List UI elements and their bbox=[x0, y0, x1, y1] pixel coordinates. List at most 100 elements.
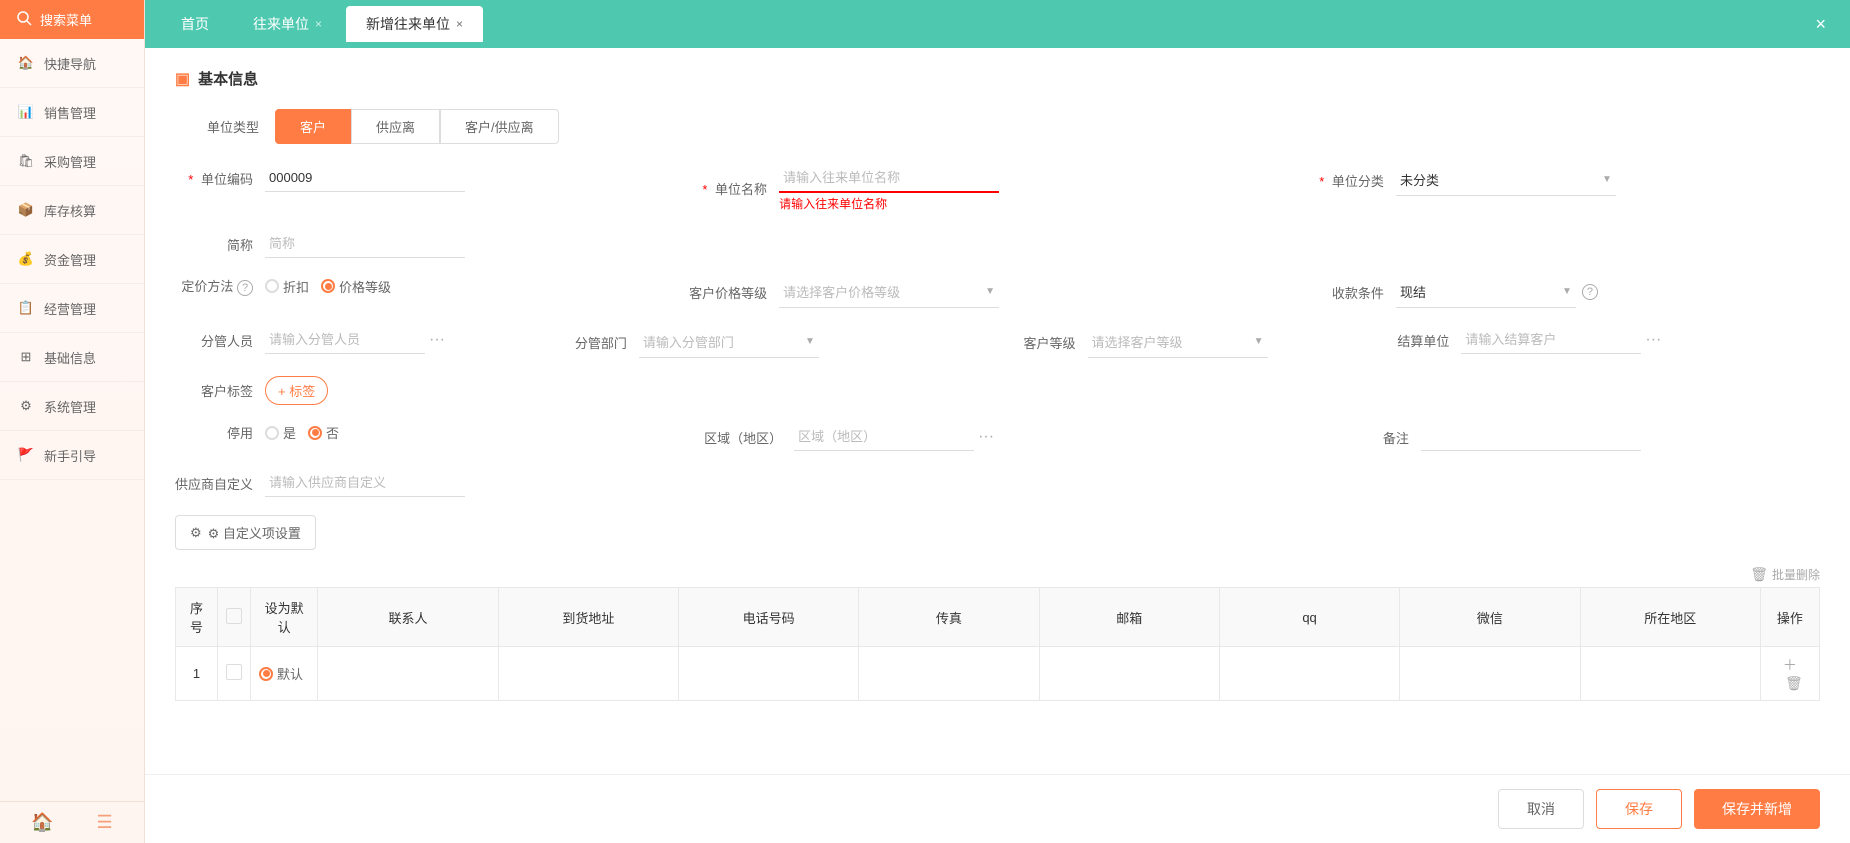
field-department: 分管部门 请输入分管部门 ▼ bbox=[549, 326, 998, 358]
tab-home[interactable]: 首页 bbox=[161, 6, 229, 42]
search-menu-label: 搜索菜单 bbox=[40, 10, 92, 29]
short-name-input[interactable] bbox=[265, 230, 465, 258]
row-contact-input[interactable] bbox=[326, 666, 489, 681]
bars-icon[interactable]: ☰ bbox=[97, 812, 113, 833]
row-actions: ＋ 🗑 bbox=[1760, 647, 1819, 701]
remark-input[interactable] bbox=[1421, 423, 1641, 451]
settlement-unit-dots-btn[interactable]: ··· bbox=[1641, 331, 1665, 349]
table-row: 1 默认 bbox=[176, 647, 1820, 701]
sidebar-item-system[interactable]: ⚙ 系统管理 bbox=[0, 382, 144, 431]
search-icon bbox=[16, 10, 32, 29]
row-email-input[interactable] bbox=[1048, 666, 1211, 681]
customer-level-select[interactable]: 请选择客户等级 ▼ bbox=[1088, 326, 1268, 358]
batch-delete-area: 🗑 批量删除 bbox=[175, 566, 1820, 583]
row-default-radio[interactable]: 默认 bbox=[259, 664, 309, 683]
box-icon: 📦 bbox=[16, 200, 36, 220]
type-btn-both[interactable]: 客户/供应离 bbox=[440, 109, 559, 144]
row-delete-icon[interactable]: 🗑 bbox=[1785, 675, 1803, 691]
form-row-shortname: 简称 bbox=[175, 230, 1820, 258]
field-settlement-unit: 结算单位 ··· bbox=[1371, 326, 1820, 354]
unit-category-select[interactable]: 未分类 ▼ bbox=[1396, 164, 1616, 196]
save-button[interactable]: 保存 bbox=[1596, 789, 1682, 829]
sidebar-item-sales[interactable]: 📊 销售管理 bbox=[0, 88, 144, 137]
row-area-input[interactable] bbox=[1589, 666, 1752, 681]
contacts-table: 序号 设为默认 联系人 到货地址 电话号码 传真 邮箱 qq 微信 所在地区 操… bbox=[175, 587, 1820, 701]
form-row-supplier-custom: 供应商自定义 bbox=[175, 469, 1820, 497]
row-fax-input[interactable] bbox=[867, 666, 1030, 681]
cancel-button[interactable]: 取消 bbox=[1498, 789, 1584, 829]
gear-icon: ⚙ bbox=[16, 396, 36, 416]
search-menu[interactable]: 搜索菜单 bbox=[0, 0, 144, 39]
batch-delete-label[interactable]: 批量删除 bbox=[1772, 566, 1820, 583]
manager-input[interactable] bbox=[265, 326, 425, 354]
chart-icon: 📊 bbox=[16, 102, 36, 122]
row-qq-input[interactable] bbox=[1228, 666, 1391, 681]
supplier-custom-input[interactable] bbox=[265, 469, 465, 497]
type-btn-supplier[interactable]: 供应离 bbox=[351, 109, 440, 144]
tab-partners-close[interactable]: × bbox=[315, 17, 322, 31]
form-row-1: * 单位编码 * 单位名称 请输入往来单位名称 * 单位分类 bbox=[175, 164, 1820, 212]
home2-icon[interactable]: 🏠 bbox=[31, 812, 53, 833]
save-new-button[interactable]: 保存并新增 bbox=[1694, 789, 1820, 829]
col-fax: 传真 bbox=[859, 588, 1039, 647]
field-supplier-custom: 供应商自定义 bbox=[175, 469, 1820, 497]
type-btn-customer[interactable]: 客户 bbox=[275, 109, 351, 144]
sidebar-item-guide[interactable]: 🚩 新手引导 bbox=[0, 431, 144, 480]
row-checkbox-cell[interactable] bbox=[218, 647, 251, 701]
form-row-manager: 分管人员 ··· 分管部门 请输入分管部门 ▼ 客户等级 请选择客户等级 ▼ 结… bbox=[175, 326, 1820, 358]
row-address-input[interactable] bbox=[507, 666, 670, 681]
customer-price-chevron-icon: ▼ bbox=[985, 286, 995, 297]
field-manager: 分管人员 ··· bbox=[175, 326, 549, 354]
region-input[interactable] bbox=[794, 423, 974, 451]
sidebar-item-inventory[interactable]: 📦 库存核算 bbox=[0, 186, 144, 235]
department-select[interactable]: 请输入分管部门 ▼ bbox=[639, 326, 819, 358]
manager-dots-btn[interactable]: ··· bbox=[425, 331, 449, 349]
sidebar: 搜索菜单 🏠 快捷导航 📊 销售管理 🛍 采购管理 📦 库存核算 💰 资金管理 … bbox=[0, 0, 145, 843]
row-wechat-input[interactable] bbox=[1408, 666, 1571, 681]
pricing-help-icon[interactable]: ? bbox=[237, 280, 253, 296]
sidebar-item-quick-nav[interactable]: 🏠 快捷导航 bbox=[0, 39, 144, 88]
sidebar-footer: 🏠 ☰ bbox=[0, 801, 144, 843]
row-phone bbox=[678, 647, 858, 701]
sidebar-item-operations[interactable]: 📋 经营管理 bbox=[0, 284, 144, 333]
region-dots-btn[interactable]: ··· bbox=[974, 428, 998, 446]
payment-terms-help-icon[interactable]: ? bbox=[1582, 284, 1598, 300]
main-content: 首页 往来单位 × 新增往来单位 × × ▣ 基本信息 单位类型 客户 供应离 … bbox=[145, 0, 1850, 843]
col-email: 邮箱 bbox=[1039, 588, 1219, 647]
radio-price-level[interactable]: 价格等级 bbox=[321, 277, 391, 296]
window-close-button[interactable]: × bbox=[1807, 10, 1834, 39]
tab-new-partner[interactable]: 新增往来单位 × bbox=[346, 6, 483, 42]
col-qq: qq bbox=[1219, 588, 1399, 647]
row-phone-input[interactable] bbox=[687, 666, 850, 681]
radio-yes[interactable]: 是 bbox=[265, 423, 296, 442]
field-short-name: 简称 bbox=[175, 230, 1820, 258]
tab-partners[interactable]: 往来单位 × bbox=[233, 6, 342, 42]
col-default: 设为默认 bbox=[251, 588, 318, 647]
field-unit-name: * 单位名称 请输入往来单位名称 bbox=[689, 164, 1306, 212]
form-row-tag: 客户标签 + 标签 bbox=[175, 376, 1820, 405]
row-checkbox[interactable] bbox=[226, 664, 242, 680]
add-tag-button[interactable]: + 标签 bbox=[265, 376, 328, 405]
payment-terms-select[interactable]: 现结 ▼ bbox=[1396, 276, 1576, 308]
radio-no[interactable]: 否 bbox=[308, 423, 339, 442]
row-address bbox=[498, 647, 678, 701]
unit-name-input[interactable] bbox=[779, 164, 999, 193]
gear-settings-icon: ⚙ bbox=[190, 525, 202, 541]
grid-icon: ⊞ bbox=[16, 347, 36, 367]
settlement-unit-input[interactable] bbox=[1461, 326, 1641, 354]
row-wechat bbox=[1400, 647, 1580, 701]
sidebar-item-purchase[interactable]: 🛍 采购管理 bbox=[0, 137, 144, 186]
field-unit-code: * 单位编码 bbox=[175, 164, 689, 192]
radio-discount[interactable]: 折扣 bbox=[265, 277, 309, 296]
custom-settings-button[interactable]: ⚙ ⚙ 自定义项设置 bbox=[175, 515, 316, 550]
customer-price-level-select[interactable]: 请选择客户价格等级 ▼ bbox=[779, 276, 999, 308]
tab-new-partner-close[interactable]: × bbox=[456, 17, 463, 31]
row-add-icon[interactable]: ＋ bbox=[1783, 657, 1797, 673]
col-action: 操作 bbox=[1760, 588, 1819, 647]
unit-code-input[interactable] bbox=[265, 164, 465, 192]
field-customer-tag: 客户标签 + 标签 bbox=[175, 376, 1820, 405]
sidebar-item-basic-info[interactable]: ⊞ 基础信息 bbox=[0, 333, 144, 382]
sidebar-item-finance[interactable]: 💰 资金管理 bbox=[0, 235, 144, 284]
batch-delete-icon: 🗑 bbox=[1750, 566, 1768, 583]
pricing-radio-group: 折扣 价格等级 bbox=[265, 277, 391, 296]
